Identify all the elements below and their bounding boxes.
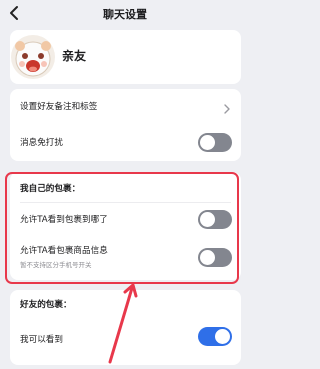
mute-label: 消息免打扰 [20,138,63,148]
nav-header: 聊天设置 [0,0,250,30]
contact-name: 亲友 [62,49,87,63]
toggle-knob [200,135,215,150]
remark-tags-row[interactable]: 设置好友备注和标签 [10,89,241,123]
contact-card[interactable]: 亲友 [10,30,241,84]
can-view-label: 我可以看到 [20,335,63,345]
toggle-knob [215,329,230,344]
remark-tags-label: 设置好友备注和标签 [20,102,98,112]
annotation-arrow-icon [98,282,146,365]
can-view-toggle[interactable] [198,327,232,346]
settings-card: 设置好友备注和标签 消息免打扰 [10,89,241,161]
mute-toggle[interactable] [198,133,232,152]
avatar [10,34,56,80]
chevron-right-icon [222,100,232,114]
page-title: 聊天设置 [103,8,147,21]
friend-packages-heading: 好友的包裹： [20,300,72,310]
annotation-highlight-box [5,172,239,284]
